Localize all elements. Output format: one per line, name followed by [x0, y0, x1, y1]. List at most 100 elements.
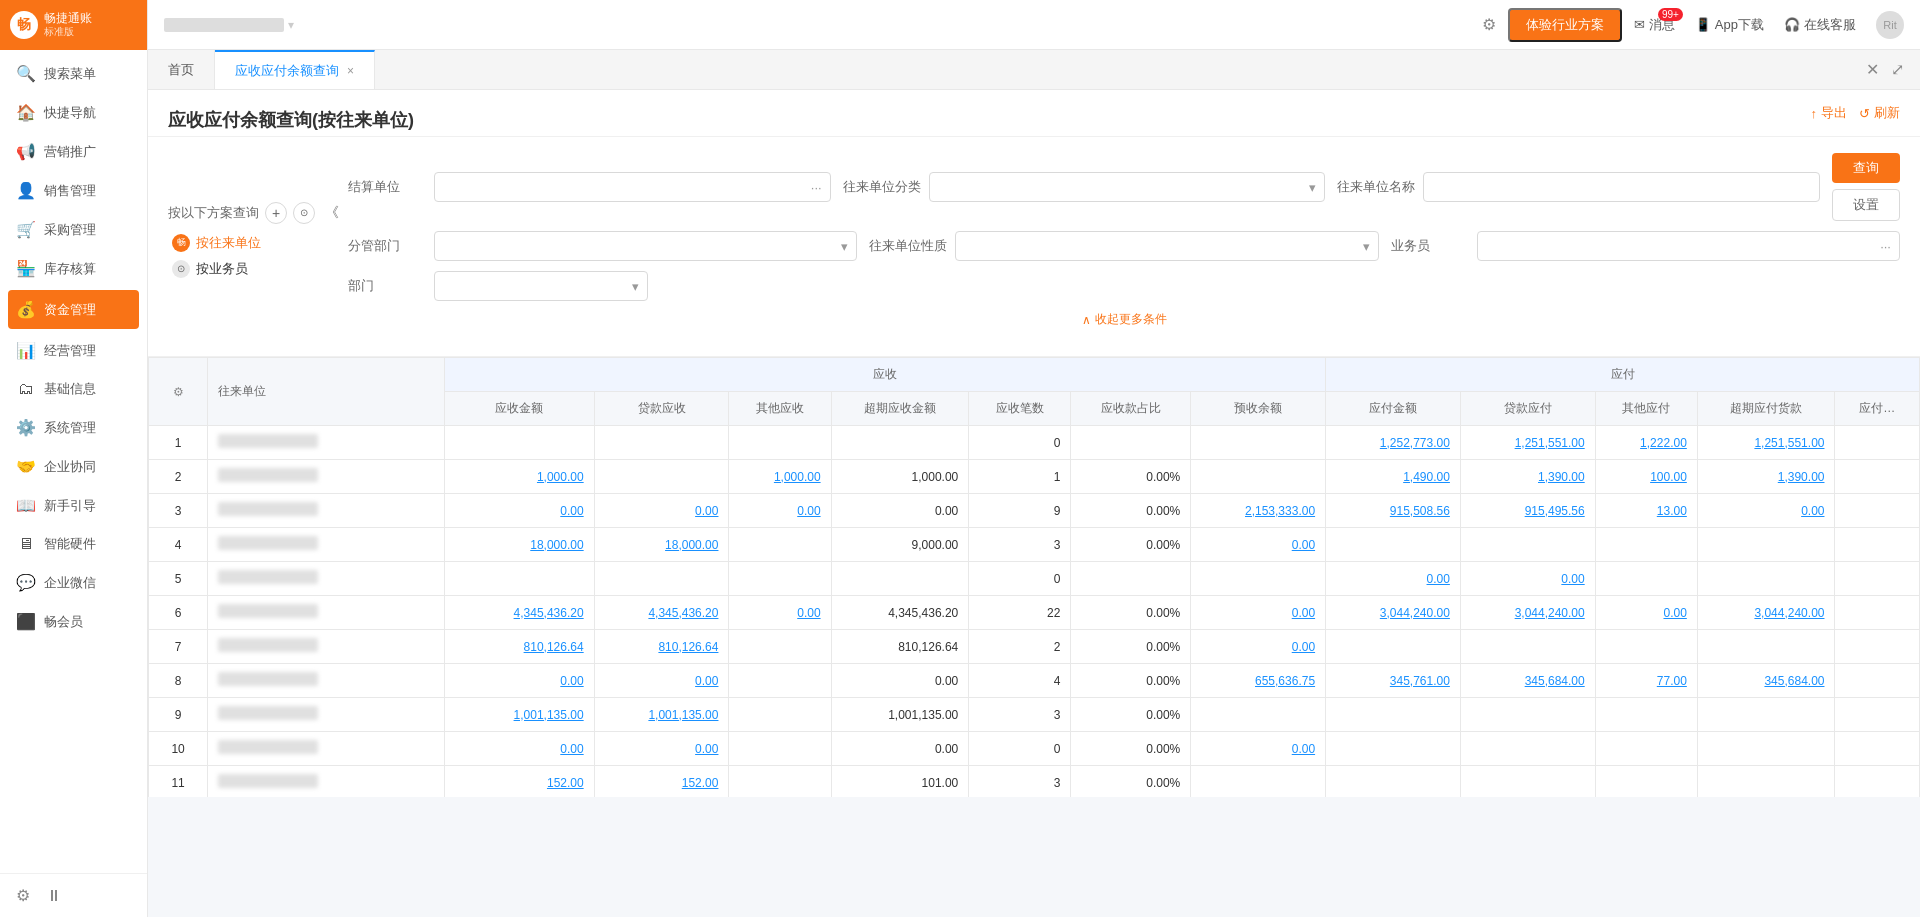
- sidebar-item-corp[interactable]: 🤝 企业协同: [0, 447, 147, 486]
- marketing-icon: 📢: [16, 142, 36, 161]
- scheme-by-staff[interactable]: ⊙ 按业务员: [168, 258, 348, 280]
- filter-area: 按以下方案查询 + ⊙ 《 畅 按往来单位 ⊙: [148, 137, 1920, 357]
- breadcrumb: ▾: [164, 18, 1470, 32]
- sidebar-item-basic[interactable]: 🗂 基础信息: [0, 370, 147, 408]
- table-row: 11 152.00 152.00 101.00 3 0.00%: [149, 766, 1920, 798]
- sidebar-item-label: 快捷导航: [44, 104, 96, 122]
- sidebar-item-purchase[interactable]: 🛒 采购管理: [0, 210, 147, 249]
- export-label: 导出: [1821, 104, 1847, 122]
- table-area: ⚙ 往来单位 应收 应付 应收金额 贷款应收 其他应收 超期应收金额: [148, 357, 1920, 797]
- dept-input[interactable]: ▾: [434, 271, 648, 301]
- filter-left-collapse-button[interactable]: 《: [321, 202, 343, 224]
- filter-section-label: 按以下方案查询: [168, 204, 259, 222]
- table-row: 5 0 0.00 0.00: [149, 562, 1920, 596]
- filter-add-button[interactable]: +: [265, 202, 287, 224]
- partner-nature-input[interactable]: ▾: [955, 231, 1378, 261]
- messages-button[interactable]: ✉ 消息 99+: [1634, 16, 1675, 34]
- table-row: 6 4,345,436.20 4,345,436.20 0.00 4,345,4…: [149, 596, 1920, 630]
- hardware-icon: 🖥: [16, 535, 36, 553]
- col-ar-overdue: 超期应收金额: [831, 392, 969, 426]
- sidebar-item-guide[interactable]: 📖 新手引导: [0, 486, 147, 525]
- sidebar-item-label: 系统管理: [44, 419, 96, 437]
- sidebar-item-label: 销售管理: [44, 182, 96, 200]
- export-button[interactable]: ↑ 导出: [1811, 104, 1848, 122]
- user-avatar[interactable]: Rit: [1876, 11, 1904, 39]
- sidebar-item-member[interactable]: ⬛ 畅会员: [0, 602, 147, 641]
- col-ar-count: 应收笔数: [969, 392, 1071, 426]
- home-icon: 🏠: [16, 103, 36, 122]
- collapse-label: 收起更多条件: [1095, 311, 1167, 328]
- export-icon: ↑: [1811, 106, 1818, 121]
- promo-button[interactable]: 体验行业方案: [1508, 8, 1622, 42]
- col-ap-loan: 贷款应付: [1460, 392, 1595, 426]
- refresh-button[interactable]: ↺ 刷新: [1859, 104, 1900, 122]
- sidebar-item-label: 基础信息: [44, 380, 96, 398]
- sidebar-item-system[interactable]: ⚙️ 系统管理: [0, 408, 147, 447]
- col-partner-header: 往来单位: [208, 358, 445, 426]
- app-download-button[interactable]: 📱 App下载: [1695, 16, 1764, 34]
- table-row: 1 0 1,252,773.00 1,251,551.00 1,222.00 1…: [149, 426, 1920, 460]
- partner-nature-label: 往来单位性质: [869, 237, 949, 255]
- filter-row-1: 结算单位 ··· 往来单位分类 ▾: [348, 153, 1900, 221]
- sidebar-item-marketing[interactable]: 📢 营销推广: [0, 132, 147, 171]
- filter-scheme-selector: 按以下方案查询 + ⊙ 《 畅 按往来单位 ⊙: [168, 202, 348, 280]
- sidebar-item-inventory[interactable]: 🏪 库存核算: [0, 249, 147, 288]
- service-icon: 🎧: [1784, 17, 1800, 32]
- sidebar-item-quick-nav[interactable]: 🏠 快捷导航: [0, 93, 147, 132]
- inventory-icon: 🏪: [16, 259, 36, 278]
- page-header: 应收应付余额查询(按往来单位) ↑ 导出 ↺ 刷新: [148, 90, 1920, 137]
- scheme-by-unit[interactable]: 畅 按往来单位: [168, 232, 348, 254]
- salesperson-input[interactable]: ···: [1477, 231, 1900, 261]
- finance-icon: 💰: [16, 300, 36, 319]
- tab-active-query[interactable]: 应收应付余额查询 ×: [215, 50, 375, 89]
- sidebar-item-business[interactable]: 📊 经营管理: [0, 331, 147, 370]
- close-window-icon[interactable]: ✕: [1866, 60, 1879, 79]
- logo-icon: 畅: [10, 11, 38, 39]
- top-nav-right: ✉ 消息 99+ 📱 App下载 🎧 在线客服 Rit: [1634, 11, 1904, 39]
- sidebar-item-sales[interactable]: 👤 销售管理: [0, 171, 147, 210]
- sidebar-item-wechat[interactable]: 💬 企业微信: [0, 563, 147, 602]
- filter-scheme-settings-button[interactable]: ⊙: [293, 202, 315, 224]
- page-title: 应收应付余额查询(按往来单位): [168, 108, 414, 132]
- table-row: 9 1,001,135.00 1,001,135.00 1,001,135.00…: [149, 698, 1920, 732]
- sidebar-item-finance[interactable]: 💰 资金管理: [8, 290, 139, 329]
- partner-type-input[interactable]: ▾: [929, 172, 1326, 202]
- scheme-by-staff-label: 按业务员: [196, 260, 248, 278]
- main-area: ▾ ⚙ 体验行业方案 ✉ 消息 99+ 📱 App下载 🎧 在线客服 Rit: [148, 0, 1920, 917]
- settlement-unit-label: 结算单位: [348, 178, 428, 196]
- filter-field-partner-name: 往来单位名称: [1337, 172, 1820, 202]
- scheme-by-unit-label: 按往来单位: [196, 234, 261, 252]
- tab-close-icon[interactable]: ×: [347, 64, 354, 78]
- table-settings-icon[interactable]: ⚙: [173, 385, 184, 399]
- download-icon: 📱: [1695, 17, 1711, 32]
- partner-name-label: 往来单位名称: [1337, 178, 1417, 196]
- refresh-label: 刷新: [1874, 104, 1900, 122]
- partner-name-input[interactable]: [1423, 172, 1820, 202]
- filter-row-3: 部门 ▾: [348, 271, 1900, 301]
- dept-manage-input[interactable]: ▾: [434, 231, 857, 261]
- page-content: 应收应付余额查询(按往来单位) ↑ 导出 ↺ 刷新: [148, 90, 1920, 917]
- sidebar-item-search[interactable]: 🔍 搜索菜单: [0, 54, 147, 93]
- dept-manage-label: 分管部门: [348, 237, 428, 255]
- member-icon: ⬛: [16, 612, 36, 631]
- table-row: 3 0.00 0.00 0.00 0.00 9 0.00% 2,153,333.…: [149, 494, 1920, 528]
- scheme-by-staff-icon: ⊙: [172, 260, 190, 278]
- filter-field-partner-type: 往来单位分类 ▾: [843, 172, 1326, 202]
- collapse-filters-button[interactable]: ∧ 收起更多条件: [348, 311, 1900, 328]
- gear-icon[interactable]: ⚙: [1482, 15, 1496, 34]
- col-settings-header[interactable]: ⚙: [149, 358, 208, 426]
- table-container[interactable]: ⚙ 往来单位 应收 应付 应收金额 贷款应收 其他应收 超期应收金额: [148, 357, 1920, 797]
- tab-home[interactable]: 首页: [148, 50, 215, 89]
- settlement-unit-input[interactable]: ···: [434, 172, 831, 202]
- filter-fields-area: 结算单位 ··· 往来单位分类 ▾: [348, 153, 1900, 328]
- service-button[interactable]: 🎧 在线客服: [1784, 16, 1856, 34]
- query-button[interactable]: 查询: [1832, 153, 1900, 183]
- settings-button[interactable]: 设置: [1832, 189, 1900, 221]
- collapse-footer-icon[interactable]: ⏸: [46, 887, 62, 905]
- sidebar-footer: ⚙ ⏸: [0, 873, 147, 917]
- sidebar-item-hardware[interactable]: 🖥 智能硬件: [0, 525, 147, 563]
- settings-footer-icon[interactable]: ⚙: [16, 886, 30, 905]
- corp-icon: 🤝: [16, 457, 36, 476]
- business-icon: 📊: [16, 341, 36, 360]
- maximize-window-icon[interactable]: ⤢: [1891, 60, 1904, 79]
